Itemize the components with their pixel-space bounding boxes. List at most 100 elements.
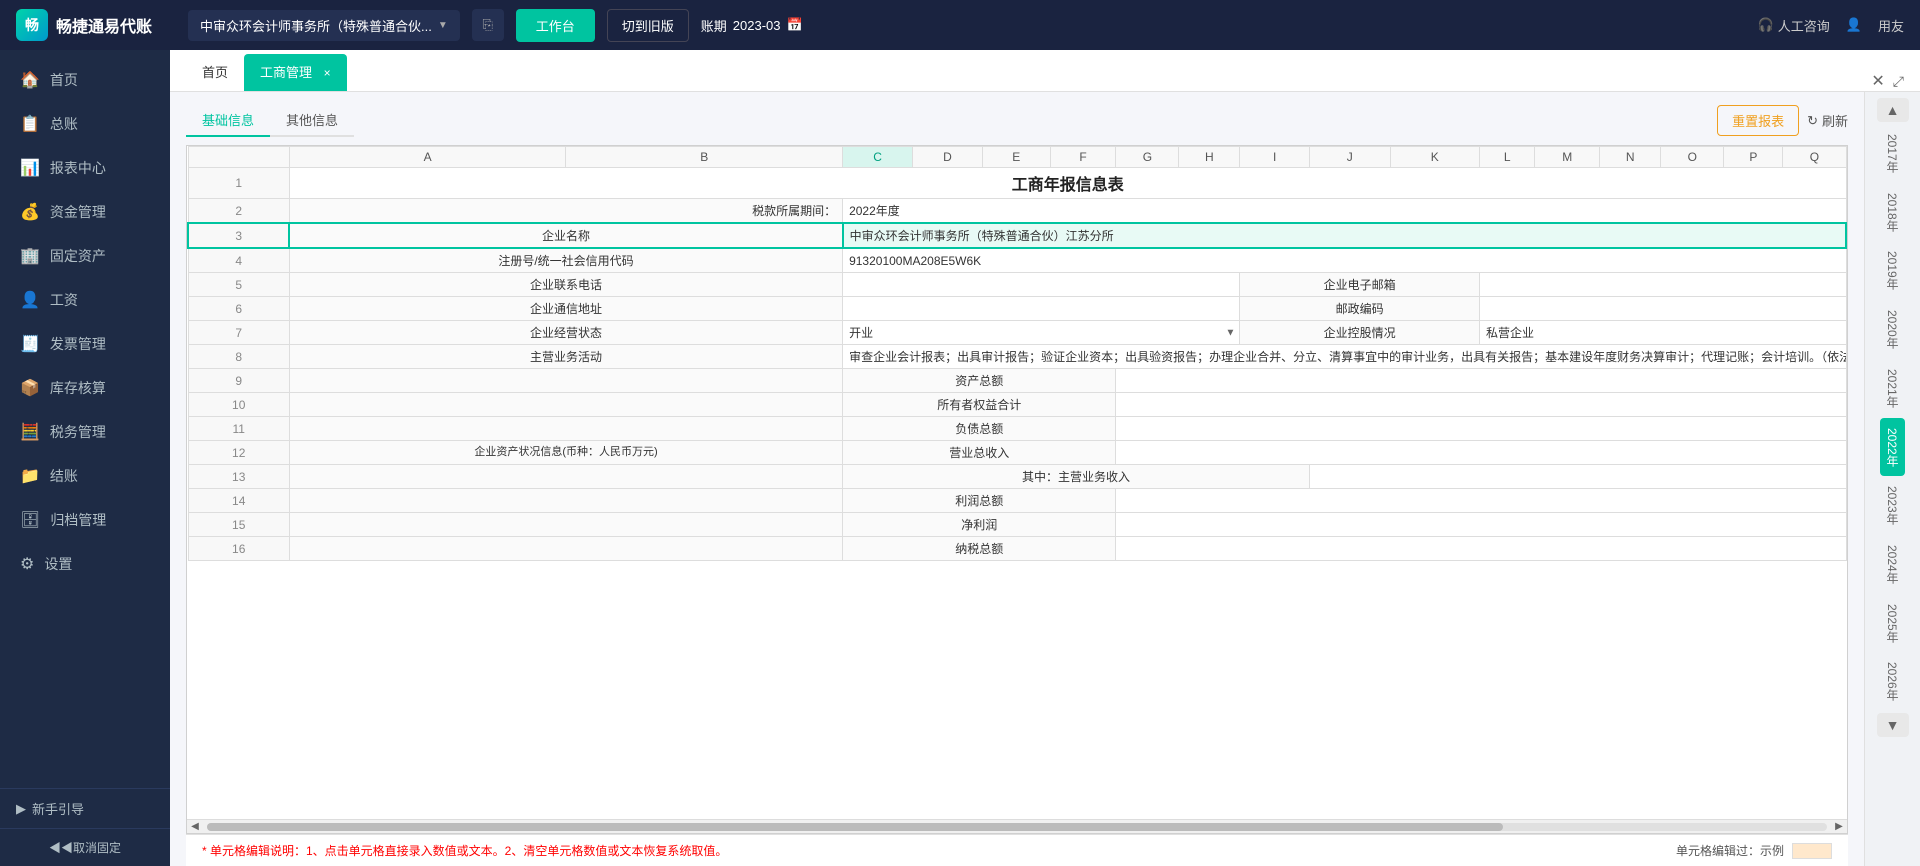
sidebar-item-settings[interactable]: ⚙ 设置	[0, 542, 170, 586]
sidebar-item-wages[interactable]: 👤 工资	[0, 278, 170, 322]
subtab-other[interactable]: 其他信息	[270, 104, 354, 137]
scroll-right-arrow[interactable]: ▶	[1831, 820, 1847, 834]
sidebar-item-home[interactable]: 🏠 首页	[0, 58, 170, 102]
value-total-assets[interactable]	[1116, 369, 1846, 393]
calendar-icon[interactable]: 📅	[787, 17, 803, 33]
value-total-profit[interactable]	[1116, 489, 1846, 513]
year-2017[interactable]: 2017年	[1880, 124, 1905, 183]
reset-button[interactable]: 重置报表	[1717, 105, 1799, 136]
table-row: 2 税款所属期间： 2022年度	[188, 199, 1846, 224]
toolbar-row: 基础信息 其他信息 重置报表 ↻ 刷新	[186, 104, 1848, 137]
value-reg-code[interactable]: 91320100MA208E5W6K	[843, 248, 1846, 273]
ledger-icon: 📋	[20, 114, 40, 134]
spreadsheet-scroll[interactable]: A B C D E F G H I J	[187, 146, 1847, 819]
status-right: 单元格编辑过：示例	[1676, 842, 1832, 859]
sidebar-item-funds[interactable]: 💰 资金管理	[0, 190, 170, 234]
row-num-9: 9	[188, 369, 289, 393]
value-main-business[interactable]: 审查企业会计报表；出具审计报告；验证企业资本；出具验资报告；办理企业合并、分立、…	[843, 345, 1846, 369]
col-header-N: N	[1600, 147, 1661, 168]
workbench-button[interactable]: 工作台	[516, 9, 595, 42]
year-2019[interactable]: 2019年	[1880, 241, 1905, 300]
value-equity[interactable]	[1116, 393, 1846, 417]
sidebar-scroll: 🏠 首页 📋 总账 📊 报表中心 💰 资金管理 🏢 固定资产 👤 工资	[0, 50, 170, 788]
tab-bar: 首页 工商管理 × ✕ ⤢	[170, 50, 1920, 92]
year-2026[interactable]: 2026年	[1880, 652, 1905, 711]
sidebar-item-invoices[interactable]: 🧾 发票管理	[0, 322, 170, 366]
assets-icon: 🏢	[20, 246, 40, 266]
value-address[interactable]	[843, 297, 1240, 321]
label-total-profit: 利润总额	[843, 489, 1116, 513]
scroll-left-arrow[interactable]: ◀	[187, 820, 203, 834]
col-header-F: F	[1050, 147, 1116, 168]
row-num-7: 7	[188, 321, 289, 345]
sub-tabs: 基础信息 其他信息	[186, 104, 354, 137]
year-2020[interactable]: 2020年	[1880, 300, 1905, 359]
value-total-revenue[interactable]	[1116, 441, 1846, 465]
label-main-business: 主营业务活动	[289, 345, 842, 369]
year-nav-down[interactable]: ▼	[1877, 713, 1909, 737]
sidebar-item-ledger[interactable]: 📋 总账	[0, 102, 170, 146]
sidebar-item-settlement[interactable]: 📁 结账	[0, 454, 170, 498]
sidebar-item-reports[interactable]: 📊 报表中心	[0, 146, 170, 190]
home-icon: 🏠	[20, 70, 40, 90]
sidebar-label-funds: 资金管理	[50, 202, 106, 222]
sidebar-item-tax[interactable]: 🧮 税务管理	[0, 410, 170, 454]
value-liabilities[interactable]	[1116, 417, 1846, 441]
year-nav-up[interactable]: ▲	[1877, 98, 1909, 122]
year-2021[interactable]: 2021年	[1880, 359, 1905, 418]
label-status: 企业经营状态	[289, 321, 842, 345]
year-2024[interactable]: 2024年	[1880, 535, 1905, 594]
sidebar-item-inventory[interactable]: 📦 库存核算	[0, 366, 170, 410]
sidebar-label-home: 首页	[50, 70, 78, 90]
sidebar-item-assets[interactable]: 🏢 固定资产	[0, 234, 170, 278]
main-layout: 🏠 首页 📋 总账 📊 报表中心 💰 资金管理 🏢 固定资产 👤 工资	[0, 50, 1920, 866]
table-row: 4 注册号/统一社会信用代码 91320100MA208E5W6K	[188, 248, 1846, 273]
table-row: 5 企业联系电话 企业电子邮箱	[188, 273, 1846, 297]
subtab-basic[interactable]: 基础信息	[186, 104, 270, 137]
edited-label: 单元格编辑过：示例	[1676, 842, 1784, 859]
switch-version-button[interactable]: 切到旧版	[607, 9, 689, 42]
new-user-button[interactable]: ▶ 新手引导	[16, 799, 84, 818]
copy-button[interactable]: ⎘	[472, 9, 504, 41]
tab-home[interactable]: 首页	[186, 54, 244, 91]
label-asset-section-9	[289, 369, 842, 393]
expand-icon[interactable]: ⤢	[1893, 73, 1904, 90]
table-row: 13 其中：主营业务收入	[188, 465, 1846, 489]
sidebar-label-settlement: 结账	[50, 466, 78, 486]
row-num-8: 8	[188, 345, 289, 369]
settings-icon: ⚙	[20, 554, 34, 574]
tab-commerce[interactable]: 工商管理 ×	[244, 54, 347, 91]
value-main-revenue[interactable]	[1309, 465, 1846, 489]
value-phone[interactable]	[843, 273, 1240, 297]
company-selector[interactable]: 中审众环会计师事务所（特殊普通合伙... ▼	[188, 10, 460, 41]
year-2023[interactable]: 2023年	[1880, 476, 1905, 535]
tab-home-label: 首页	[202, 65, 228, 80]
content-area: 首页 工商管理 × ✕ ⤢ 基础信息	[170, 50, 1920, 866]
tab-close-icon[interactable]: ×	[324, 66, 331, 80]
refresh-button[interactable]: ↻ 刷新	[1807, 111, 1848, 130]
dropdown-arrow-icon: ▼	[1226, 327, 1236, 338]
value-net-profit[interactable]	[1116, 513, 1846, 537]
value-shareholding[interactable]: 私营企业	[1479, 321, 1846, 345]
value-postcode[interactable]	[1479, 297, 1846, 321]
label-equity: 所有者权益合计	[843, 393, 1116, 417]
year-2025[interactable]: 2025年	[1880, 594, 1905, 653]
value-company-name[interactable]: 中审众环会计师事务所（特殊普通合伙）江苏分所	[843, 223, 1846, 248]
col-header-O: O	[1661, 147, 1724, 168]
unpin-button[interactable]: ◀◀取消固定	[49, 839, 121, 856]
col-header-P: P	[1724, 147, 1783, 168]
sidebar-label-inventory: 库存核算	[50, 378, 106, 398]
col-header-C: C	[843, 147, 913, 168]
sidebar-label-tax: 税务管理	[50, 422, 106, 442]
sidebar-item-archive[interactable]: 🗄 归档管理	[0, 498, 170, 542]
year-2018[interactable]: 2018年	[1880, 183, 1905, 242]
value-status[interactable]: 开业 ▼	[843, 321, 1240, 345]
close-icon[interactable]: ✕	[1871, 71, 1884, 91]
horizontal-scrollbar[interactable]: ◀ ▶	[187, 819, 1847, 833]
value-email[interactable]	[1479, 273, 1846, 297]
year-2022[interactable]: 2022年	[1880, 418, 1905, 477]
value-total-tax[interactable]	[1116, 537, 1846, 561]
value-period[interactable]: 2022年度	[843, 199, 1846, 224]
scroll-track	[207, 823, 1827, 831]
consult-button[interactable]: 🎧 人工咨询	[1758, 16, 1830, 35]
